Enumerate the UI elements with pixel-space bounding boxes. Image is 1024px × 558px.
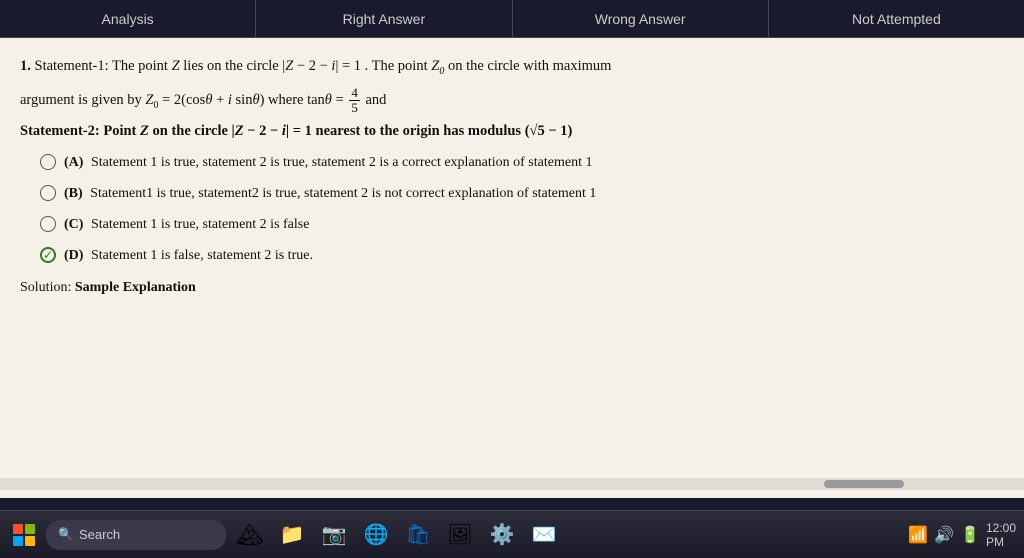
scroll-area[interactable] <box>0 478 1024 490</box>
tab-not-attempted[interactable]: Not Attempted <box>769 0 1024 37</box>
statement-1-line1: 1. Statement-1: The point Z lies on the … <box>20 54 1004 80</box>
taskbar: 🔍 Search 🏔 📁 📷 🌐 🛍 🖼 ⚙️ ✉️ 📶 🔊 🔋 12:00PM <box>0 510 1024 558</box>
taskbar-app-mail[interactable]: ✉️ <box>526 517 562 553</box>
option-B[interactable]: (B) Statement1 is true, statement2 is tr… <box>40 183 1004 204</box>
statement-1-line2: argument is given by Z0 = 2(cosθ + i sin… <box>20 86 1004 116</box>
var-z0: Z0 <box>431 58 444 74</box>
taskbar-app-settings[interactable]: ⚙️ <box>484 517 520 553</box>
taskbar-app-store[interactable]: 🛍 <box>400 517 436 553</box>
options-list: (A) Statement 1 is true, statement 2 is … <box>40 152 1004 266</box>
content-area: 1. Statement-1: The point Z lies on the … <box>0 38 1024 498</box>
battery-icon: 🔋 <box>960 525 980 545</box>
settings-icon: ⚙️ <box>490 522 515 547</box>
tray-icons: 📶 🔊 🔋 12:00PM <box>908 521 1016 549</box>
camera-icon: 📷 <box>322 522 347 547</box>
taskbar-app-edge[interactable]: 🌐 <box>358 517 394 553</box>
mail-icon: ✉️ <box>532 522 557 547</box>
statement-2: Statement-2: Point Z on the circle |Z − … <box>20 123 1004 140</box>
radio-A[interactable] <box>40 154 56 170</box>
scroll-thumb[interactable] <box>824 480 904 488</box>
taskbar-search[interactable]: 🔍 Search <box>46 520 226 550</box>
search-label: Search <box>79 527 120 542</box>
option-D[interactable]: ✓ (D) Statement 1 is false, statement 2 … <box>40 245 1004 266</box>
taskbar-app-mountains[interactable]: 🏔 <box>232 517 268 553</box>
photos-icon: 🖼 <box>447 522 472 547</box>
top-navigation: Analysis Right Answer Wrong Answer Not A… <box>0 0 1024 38</box>
mountains-icon: 🏔 <box>236 522 264 548</box>
network-icon: 📶 <box>908 525 928 545</box>
folder-icon: 📁 <box>280 522 305 547</box>
store-icon: 🛍 <box>405 522 430 547</box>
taskbar-app-photos[interactable]: 🖼 <box>442 517 478 553</box>
solution-line: Solution: Sample Explanation <box>20 280 1004 296</box>
search-icon: 🔍 <box>58 527 73 542</box>
option-C[interactable]: (C) Statement 1 is true, statement 2 is … <box>40 214 1004 235</box>
edge-icon: 🌐 <box>364 522 389 547</box>
var-z: Z <box>172 58 180 74</box>
fraction-4-5: 4 5 <box>349 86 360 116</box>
tab-analysis[interactable]: Analysis <box>0 0 256 37</box>
windows-logo-icon <box>13 524 35 546</box>
radio-D-checked[interactable]: ✓ <box>40 247 56 263</box>
option-A[interactable]: (A) Statement 1 is true, statement 2 is … <box>40 152 1004 173</box>
radio-B[interactable] <box>40 185 56 201</box>
taskbar-app-camera[interactable]: 📷 <box>316 517 352 553</box>
clock: 12:00PM <box>986 521 1016 549</box>
taskbar-app-folder[interactable]: 📁 <box>274 517 310 553</box>
tab-right-answer[interactable]: Right Answer <box>256 0 512 37</box>
tab-wrong-answer[interactable]: Wrong Answer <box>513 0 769 37</box>
start-button[interactable] <box>8 519 40 551</box>
system-tray: 📶 🔊 🔋 12:00PM <box>908 521 1016 549</box>
question-number: 1. <box>20 58 31 74</box>
radio-C[interactable] <box>40 216 56 232</box>
volume-icon: 🔊 <box>934 525 954 545</box>
